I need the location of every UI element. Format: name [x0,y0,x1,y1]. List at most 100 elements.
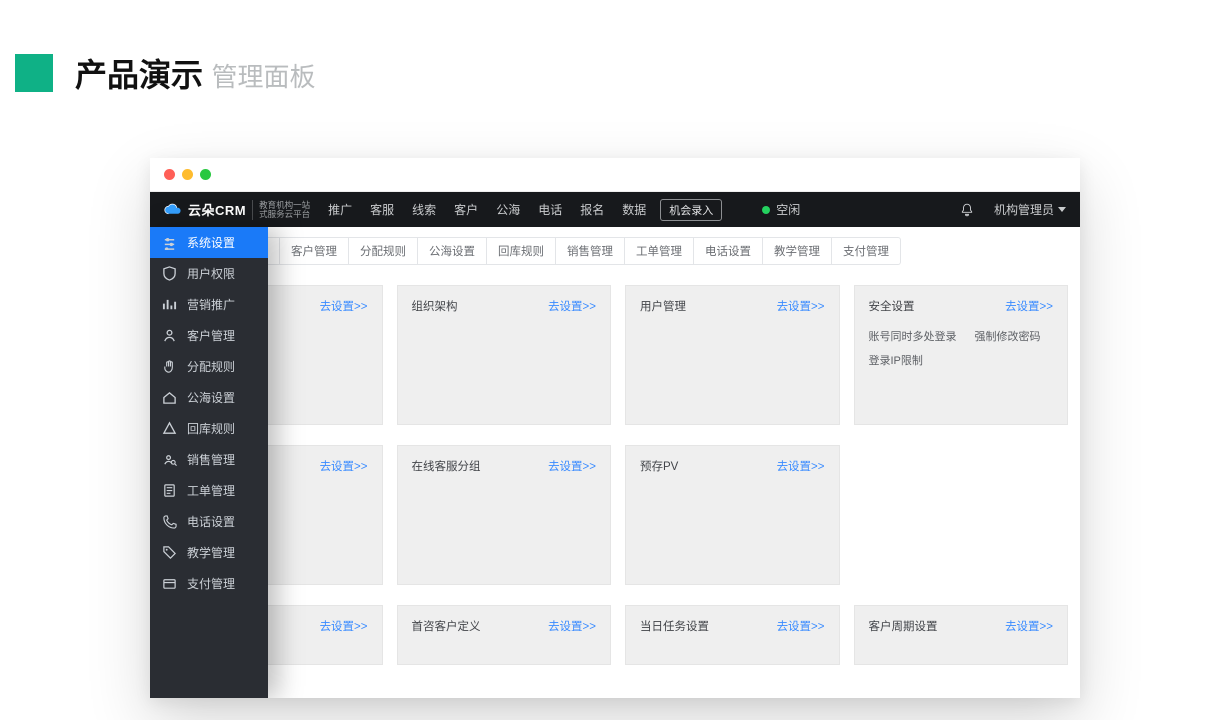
go-settings-link[interactable]: 去设置>> [777,618,825,634]
go-settings-link[interactable]: 去设置>> [320,458,368,474]
card-title: 客户周期设置 [869,621,938,633]
zoom-icon[interactable] [200,169,211,180]
sidebar-item-phone[interactable]: 电话设置 [150,506,268,537]
status-indicator[interactable]: 空闲 [762,201,800,218]
tag-icon [162,545,177,560]
card-title: 首咨客户定义 [412,621,481,633]
app-body: 系统设置用户权限营销推广客户管理分配规则公海设置回库规则销售管理工单管理电话设置… [150,227,1080,698]
category-tab[interactable]: 客户管理 [280,237,349,265]
sidebar-item-teach[interactable]: 教学管理 [150,537,268,568]
go-settings-link[interactable]: 去设置>> [320,618,368,634]
doc-icon [162,483,177,498]
topnav-item[interactable]: 报名 [580,201,604,218]
category-tab[interactable]: 销售管理 [556,237,625,265]
person-icon [162,328,177,343]
content: 营销推广客户管理分配规则公海设置回库规则销售管理工单管理电话设置教学管理支付管理… [268,227,1080,698]
cloud-icon [164,203,182,217]
topbar: 云朵CRM 教育机构一站式服务云平台 推广 客服 线索 客户 公海 电话 报名 数据 机会录入… [150,192,1080,227]
search-person-icon [162,452,177,467]
go-settings-link[interactable]: 去设置>> [1005,298,1053,314]
app-window: 云朵CRM 教育机构一站式服务云平台 推广 客服 线索 客户 公海 电话 报名 数据 机会录入… [150,158,1080,698]
shield-icon [162,266,177,281]
category-tab[interactable]: 支付管理 [832,237,901,265]
sidebar-item-marketing[interactable]: 营销推广 [150,289,268,320]
user-menu[interactable]: 机构管理员 [994,201,1066,218]
card-title: 预存PV [640,461,678,473]
bell-icon[interactable] [960,203,974,217]
topnav-item[interactable]: 客户 [454,201,478,218]
sidebar-item-label: 教学管理 [187,544,235,561]
sidebar: 系统设置用户权限营销推广客户管理分配规则公海设置回库规则销售管理工单管理电话设置… [150,227,268,698]
category-tab[interactable]: 营销推广 [268,237,280,265]
go-settings-link[interactable]: 去设置>> [320,298,368,314]
sidebar-item-label: 用户权限 [187,265,235,282]
category-tab[interactable]: 公海设置 [418,237,487,265]
sidebar-item-label: 电话设置 [187,513,235,530]
header-accent [15,54,53,92]
card-tag: 强制修改密码 [975,328,1041,344]
close-icon[interactable] [164,169,175,180]
sidebar-item-label: 分配规则 [187,358,235,375]
sidebar-item-recycle[interactable]: 回库规则 [150,413,268,444]
status-label: 空闲 [776,201,800,218]
go-settings-link[interactable]: 去设置>> [777,298,825,314]
chevron-down-icon [1058,207,1066,212]
page-title: 产品演示 [75,57,203,93]
topnav-item[interactable]: 客服 [370,201,394,218]
sidebar-item-sea[interactable]: 公海设置 [150,382,268,413]
card-title: 在线客服分组 [412,461,481,473]
category-tab[interactable]: 回库规则 [487,237,556,265]
brand-tagline: 教育机构一站式服务云平台 [259,201,310,219]
sidebar-item-label: 工单管理 [187,482,235,499]
card-tag: 登录IP限制 [869,352,923,368]
card-row-2: 去设置>> 在线客服分组 去设置>> 预存PV 去设置>> [268,445,1068,585]
logo[interactable]: 云朵CRM 教育机构一站式服务云平台 [164,200,310,220]
go-settings-link[interactable]: 去设置>> [548,298,596,314]
topnav-item[interactable]: 推广 [328,201,352,218]
category-tab[interactable]: 电话设置 [694,237,763,265]
topnav-item[interactable]: 公海 [496,201,520,218]
status-dot-icon [762,206,770,214]
bars-icon [162,297,177,312]
settings-card: 在线客服分组 去设置>> [397,445,612,585]
card-row-3: 去设置>> 首咨客户定义 去设置>> 当日任务设置 去设置>> 客户周期设置 去设置>> [268,605,1068,665]
settings-card: 去设置>> [268,605,383,665]
sidebar-item-sales[interactable]: 销售管理 [150,444,268,475]
card-title: 组织架构 [412,301,458,313]
topnav-item[interactable]: 线索 [412,201,436,218]
page-header: 产品演示 管理面板 [15,50,315,96]
category-tab[interactable]: 工单管理 [625,237,694,265]
settings-card: 预存PV 去设置>> [625,445,840,585]
page-subtitle: 管理面板 [211,62,315,92]
topnav: 推广 客服 线索 客户 公海 电话 报名 数据 [328,201,646,218]
record-opportunity-button[interactable]: 机会录入 [660,199,722,221]
category-tab[interactable]: 教学管理 [763,237,832,265]
minimize-icon[interactable] [182,169,193,180]
settings-card: 去设置>> [268,445,383,585]
sidebar-item-dispatch[interactable]: 分配规则 [150,351,268,382]
card-title: 当日任务设置 [640,621,709,633]
sidebar-item-auth[interactable]: 用户权限 [150,258,268,289]
go-settings-link[interactable]: 去设置>> [548,458,596,474]
user-label: 机构管理员 [994,201,1054,218]
topnav-item[interactable]: 电话 [538,201,562,218]
go-settings-link[interactable]: 去设置>> [777,458,825,474]
settings-card: 用户管理去设置>> [625,285,840,425]
card-tags: 账号同时多处登录强制修改密码登录IP限制 [869,328,1068,368]
go-settings-link[interactable]: 去设置>> [1005,618,1053,634]
settings-card: 去设置>> [268,285,383,425]
topnav-item[interactable]: 数据 [622,201,646,218]
sidebar-item-customer[interactable]: 客户管理 [150,320,268,351]
category-tab[interactable]: 分配规则 [349,237,418,265]
sidebar-item-label: 客户管理 [187,327,235,344]
settings-card: 组织架构 去设置>> [397,285,612,425]
card-icon [162,576,177,591]
settings-card: 安全设置去设置>>账号同时多处登录强制修改密码登录IP限制 [854,285,1069,425]
go-settings-link[interactable]: 去设置>> [548,618,596,634]
sidebar-item-ticket[interactable]: 工单管理 [150,475,268,506]
triangle-icon [162,421,177,436]
settings-card: 首咨客户定义 去设置>> [397,605,612,665]
sidebar-item-pay[interactable]: 支付管理 [150,568,268,599]
sidebar-item-system[interactable]: 系统设置 [150,227,268,258]
sliders-icon [162,235,177,250]
